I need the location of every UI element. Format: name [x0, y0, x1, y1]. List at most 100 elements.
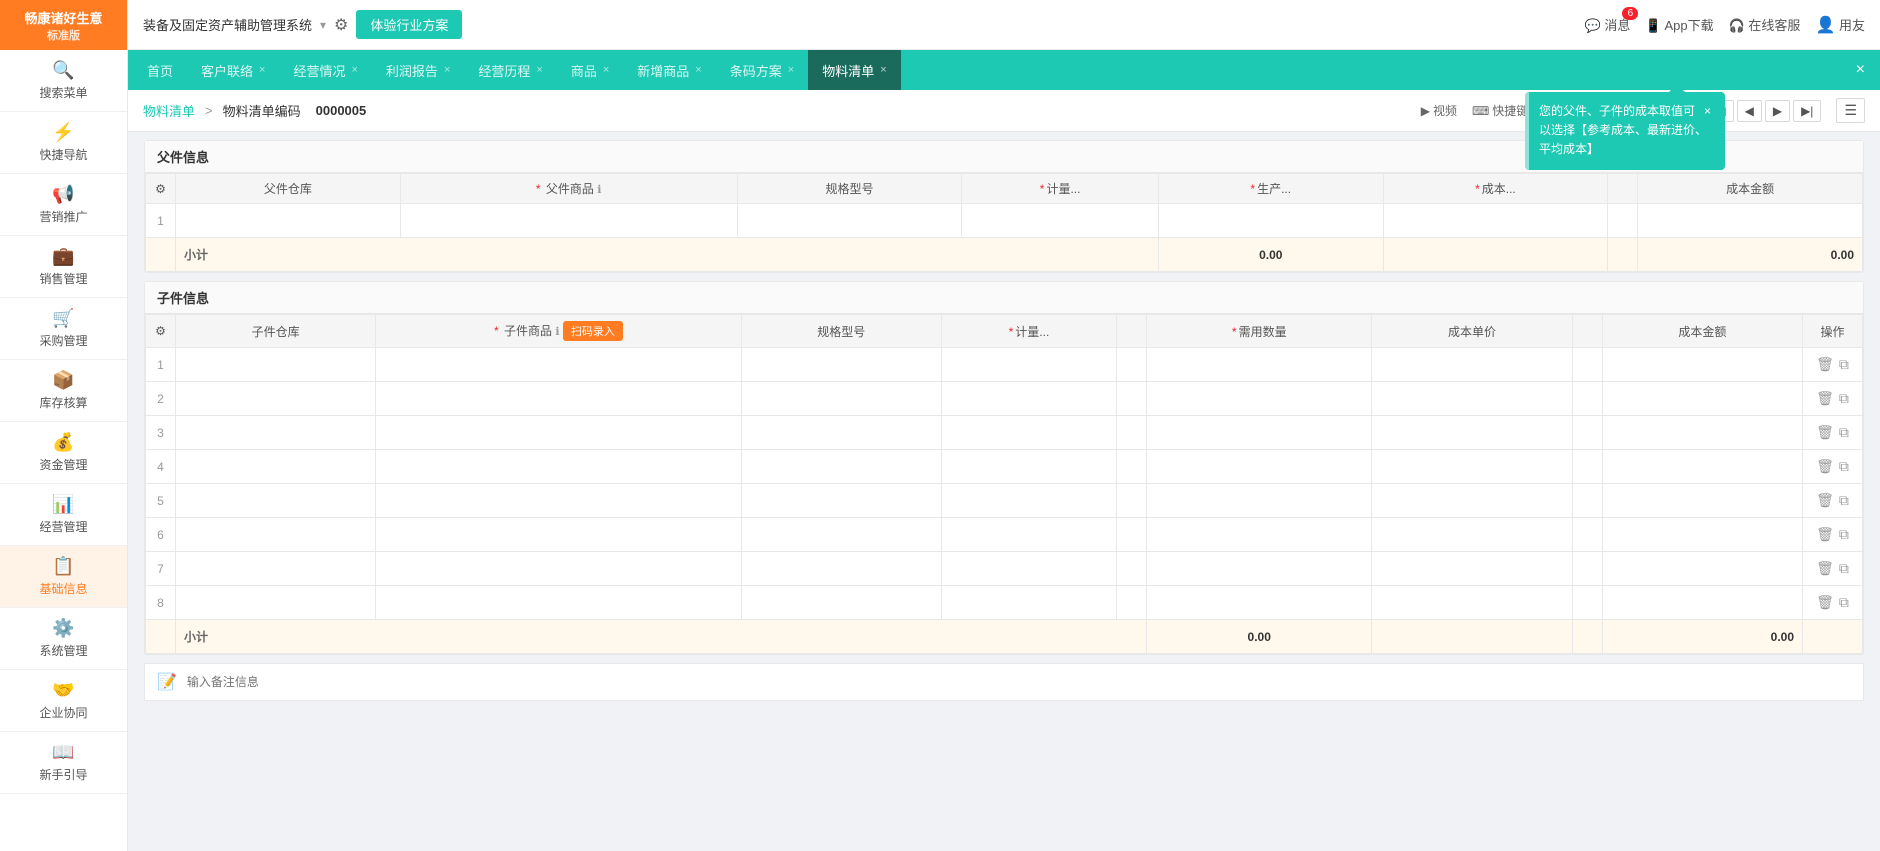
tab-label: 商品 — [571, 61, 597, 80]
parent-spec-cell[interactable] — [737, 204, 962, 238]
sidebar-item-basic-info[interactable]: 📋 基础信息 — [0, 546, 127, 608]
child-section: 子件信息 ⚙ 子件仓库 * 子件商品 ℹ 扫码录入 — [144, 281, 1864, 655]
parent-amount-cell — [1638, 204, 1863, 238]
sidebar-item-sales[interactable]: 💼 销售管理 — [0, 236, 127, 298]
view-video-button[interactable]: ▶ 视频 — [1421, 102, 1457, 119]
settings-icon[interactable]: ⚙ — [334, 15, 348, 35]
child-col-action: 操作 — [1803, 315, 1863, 348]
close-tab-icon[interactable]: × — [880, 64, 886, 76]
table-row: 6 🗑⧉ — [146, 518, 1863, 552]
sidebar-item-enterprise[interactable]: 🤝 企业协同 — [0, 670, 127, 732]
topbar: 装备及固定资产辅助管理系统 ▾ ⚙ 体验行业方案 💬 6 消息 📱 App下载 … — [128, 0, 1880, 50]
sidebar-item-label: 系统管理 — [39, 642, 87, 659]
child-spec-1[interactable] — [741, 348, 941, 382]
breadcrumb: 物料清单 > 物料清单编码 0000005 — [143, 101, 366, 120]
sidebar-item-quick-nav[interactable]: ⚡ 快捷导航 — [0, 112, 127, 174]
table-row: 4 🗑⧉ — [146, 450, 1863, 484]
sidebar-item-purchase[interactable]: 🛒 采购管理 — [0, 298, 127, 360]
delete-row-icon[interactable]: 🗑 — [1816, 526, 1834, 543]
tab-customer[interactable]: 客户联络 × — [187, 50, 279, 90]
sidebar-item-marketing[interactable]: 📢 营销推广 — [0, 174, 127, 236]
sidebar-item-inventory[interactable]: 📦 库存核算 — [0, 360, 127, 422]
trial-button[interactable]: 体验行业方案 — [356, 10, 462, 39]
tab-goods[interactable]: 商品 × — [557, 50, 623, 90]
remark-input[interactable] — [187, 675, 1851, 689]
parent-product-cell[interactable] — [400, 204, 737, 238]
breadcrumb-bom-list[interactable]: 物料清单 — [143, 101, 195, 120]
parent-warehouse-cell[interactable] — [176, 204, 401, 238]
close-tab-icon[interactable]: × — [351, 64, 357, 76]
table-row: 1 — [146, 348, 1863, 382]
copy-row-icon[interactable]: ⧉ — [1839, 526, 1849, 543]
child-col-empty1 — [1117, 315, 1147, 348]
system-dropdown-arrow[interactable]: ▾ — [320, 18, 326, 32]
sidebar-item-label: 企业协同 — [39, 704, 87, 721]
parent-col-unit: *计量... — [962, 174, 1159, 204]
sidebar-item-guide[interactable]: 📖 新手引导 — [0, 732, 127, 794]
nav-last-button[interactable]: ▶| — [1793, 100, 1821, 122]
app-download-button[interactable]: 📱 App下载 — [1645, 15, 1713, 34]
parent-cost-cell[interactable] — [1383, 204, 1608, 238]
delete-row-icon[interactable]: 🗑 — [1816, 390, 1834, 407]
copy-row-icon[interactable]: ⧉ — [1839, 356, 1849, 373]
close-tooltip-button[interactable]: × — [1704, 102, 1711, 121]
tab-barcode[interactable]: 条码方案 × — [716, 50, 808, 90]
online-service-button[interactable]: 🎧 在线客服 — [1729, 15, 1801, 34]
view-list-button[interactable]: ☰ — [1836, 98, 1865, 123]
nav-next-button[interactable]: ▶ — [1765, 100, 1790, 122]
sidebar-item-search[interactable]: 🔍 搜索菜单 — [0, 50, 127, 112]
copy-row-icon[interactable]: ⧉ — [1839, 594, 1849, 611]
tab-home[interactable]: 首页 — [133, 50, 187, 90]
tab-history[interactable]: 经营历程 × — [464, 50, 556, 90]
shortcut-button[interactable]: ⌨ 快捷键 — [1472, 102, 1528, 119]
close-tab-icon[interactable]: × — [695, 64, 701, 76]
child-warehouse-1[interactable] — [176, 348, 376, 382]
cost-tooltip: × 您的父件、子件的成本取值可以选择【参考成本、最新进价、平均成本】 — [1525, 92, 1725, 170]
delete-row-icon[interactable]: 🗑 — [1816, 458, 1834, 475]
delete-row-icon[interactable]: 🗑 — [1816, 594, 1834, 611]
info-icon: ℹ — [597, 184, 601, 196]
tab-label: 经营情况 — [293, 61, 345, 80]
parent-production-cell[interactable] — [1158, 204, 1383, 238]
copy-row-icon[interactable]: ⧉ — [1839, 390, 1849, 407]
scan-input-button[interactable]: 扫码录入 — [563, 321, 623, 341]
copy-row-icon[interactable]: ⧉ — [1839, 492, 1849, 509]
delete-row-icon[interactable]: 🗑 — [1816, 424, 1834, 441]
sidebar-item-finance[interactable]: 💰 资金管理 — [0, 422, 127, 484]
close-tab-icon[interactable]: × — [536, 64, 542, 76]
copy-row-icon[interactable]: ⧉ — [1839, 458, 1849, 475]
child-table: ⚙ 子件仓库 * 子件商品 ℹ 扫码录入 规格型号 * — [145, 314, 1863, 654]
sections-wrap: 父件信息 ⚙ 父件仓库 * 父件商品 ℹ — [128, 140, 1880, 717]
messages-button[interactable]: 💬 6 消息 — [1585, 15, 1631, 34]
child-qty-1[interactable] — [1147, 348, 1372, 382]
parent-unit-cell[interactable] — [962, 204, 1159, 238]
copy-row-icon[interactable]: ⧉ — [1839, 560, 1849, 577]
child-table-header: ⚙ 子件仓库 * 子件商品 ℹ 扫码录入 规格型号 * — [146, 315, 1863, 348]
sidebar-item-label: 销售管理 — [39, 270, 87, 287]
table-row: 7 🗑⧉ — [146, 552, 1863, 586]
close-tab-icon[interactable]: × — [444, 64, 450, 76]
finance-icon: 💰 — [52, 432, 74, 453]
copy-row-icon[interactable]: ⧉ — [1839, 424, 1849, 441]
close-tab-icon[interactable]: × — [259, 64, 265, 76]
content-area: 物料清单 > 物料清单编码 0000005 ▶ 视频 ⌨ 快捷键 📥 提取成本 — [128, 90, 1880, 851]
child-product-1[interactable] — [376, 348, 741, 382]
tab-bom[interactable]: 物料清单 × — [808, 50, 900, 90]
sidebar-item-label: 资金管理 — [39, 456, 87, 473]
nav-prev-button[interactable]: ◀ — [1737, 100, 1762, 122]
child-unit-1[interactable] — [941, 348, 1116, 382]
sidebar-item-operations[interactable]: 📊 经营管理 — [0, 484, 127, 546]
tab-operation[interactable]: 经营情况 × — [279, 50, 371, 90]
delete-row-icon[interactable]: 🗑 — [1816, 356, 1834, 373]
doc-number: 0000005 — [316, 103, 367, 118]
close-tab-icon[interactable]: × — [788, 64, 794, 76]
sidebar-item-system[interactable]: ⚙️ 系统管理 — [0, 608, 127, 670]
child-unit-cost-1[interactable] — [1372, 348, 1572, 382]
tab-profit[interactable]: 利润报告 × — [372, 50, 464, 90]
delete-row-icon[interactable]: 🗑 — [1816, 492, 1834, 509]
tab-new-goods[interactable]: 新增商品 × — [623, 50, 715, 90]
close-all-tabs-button[interactable]: × — [1846, 61, 1875, 79]
delete-row-icon[interactable]: 🗑 — [1816, 560, 1834, 577]
user-button[interactable]: 👤 用友 — [1815, 15, 1865, 35]
close-tab-icon[interactable]: × — [603, 64, 609, 76]
